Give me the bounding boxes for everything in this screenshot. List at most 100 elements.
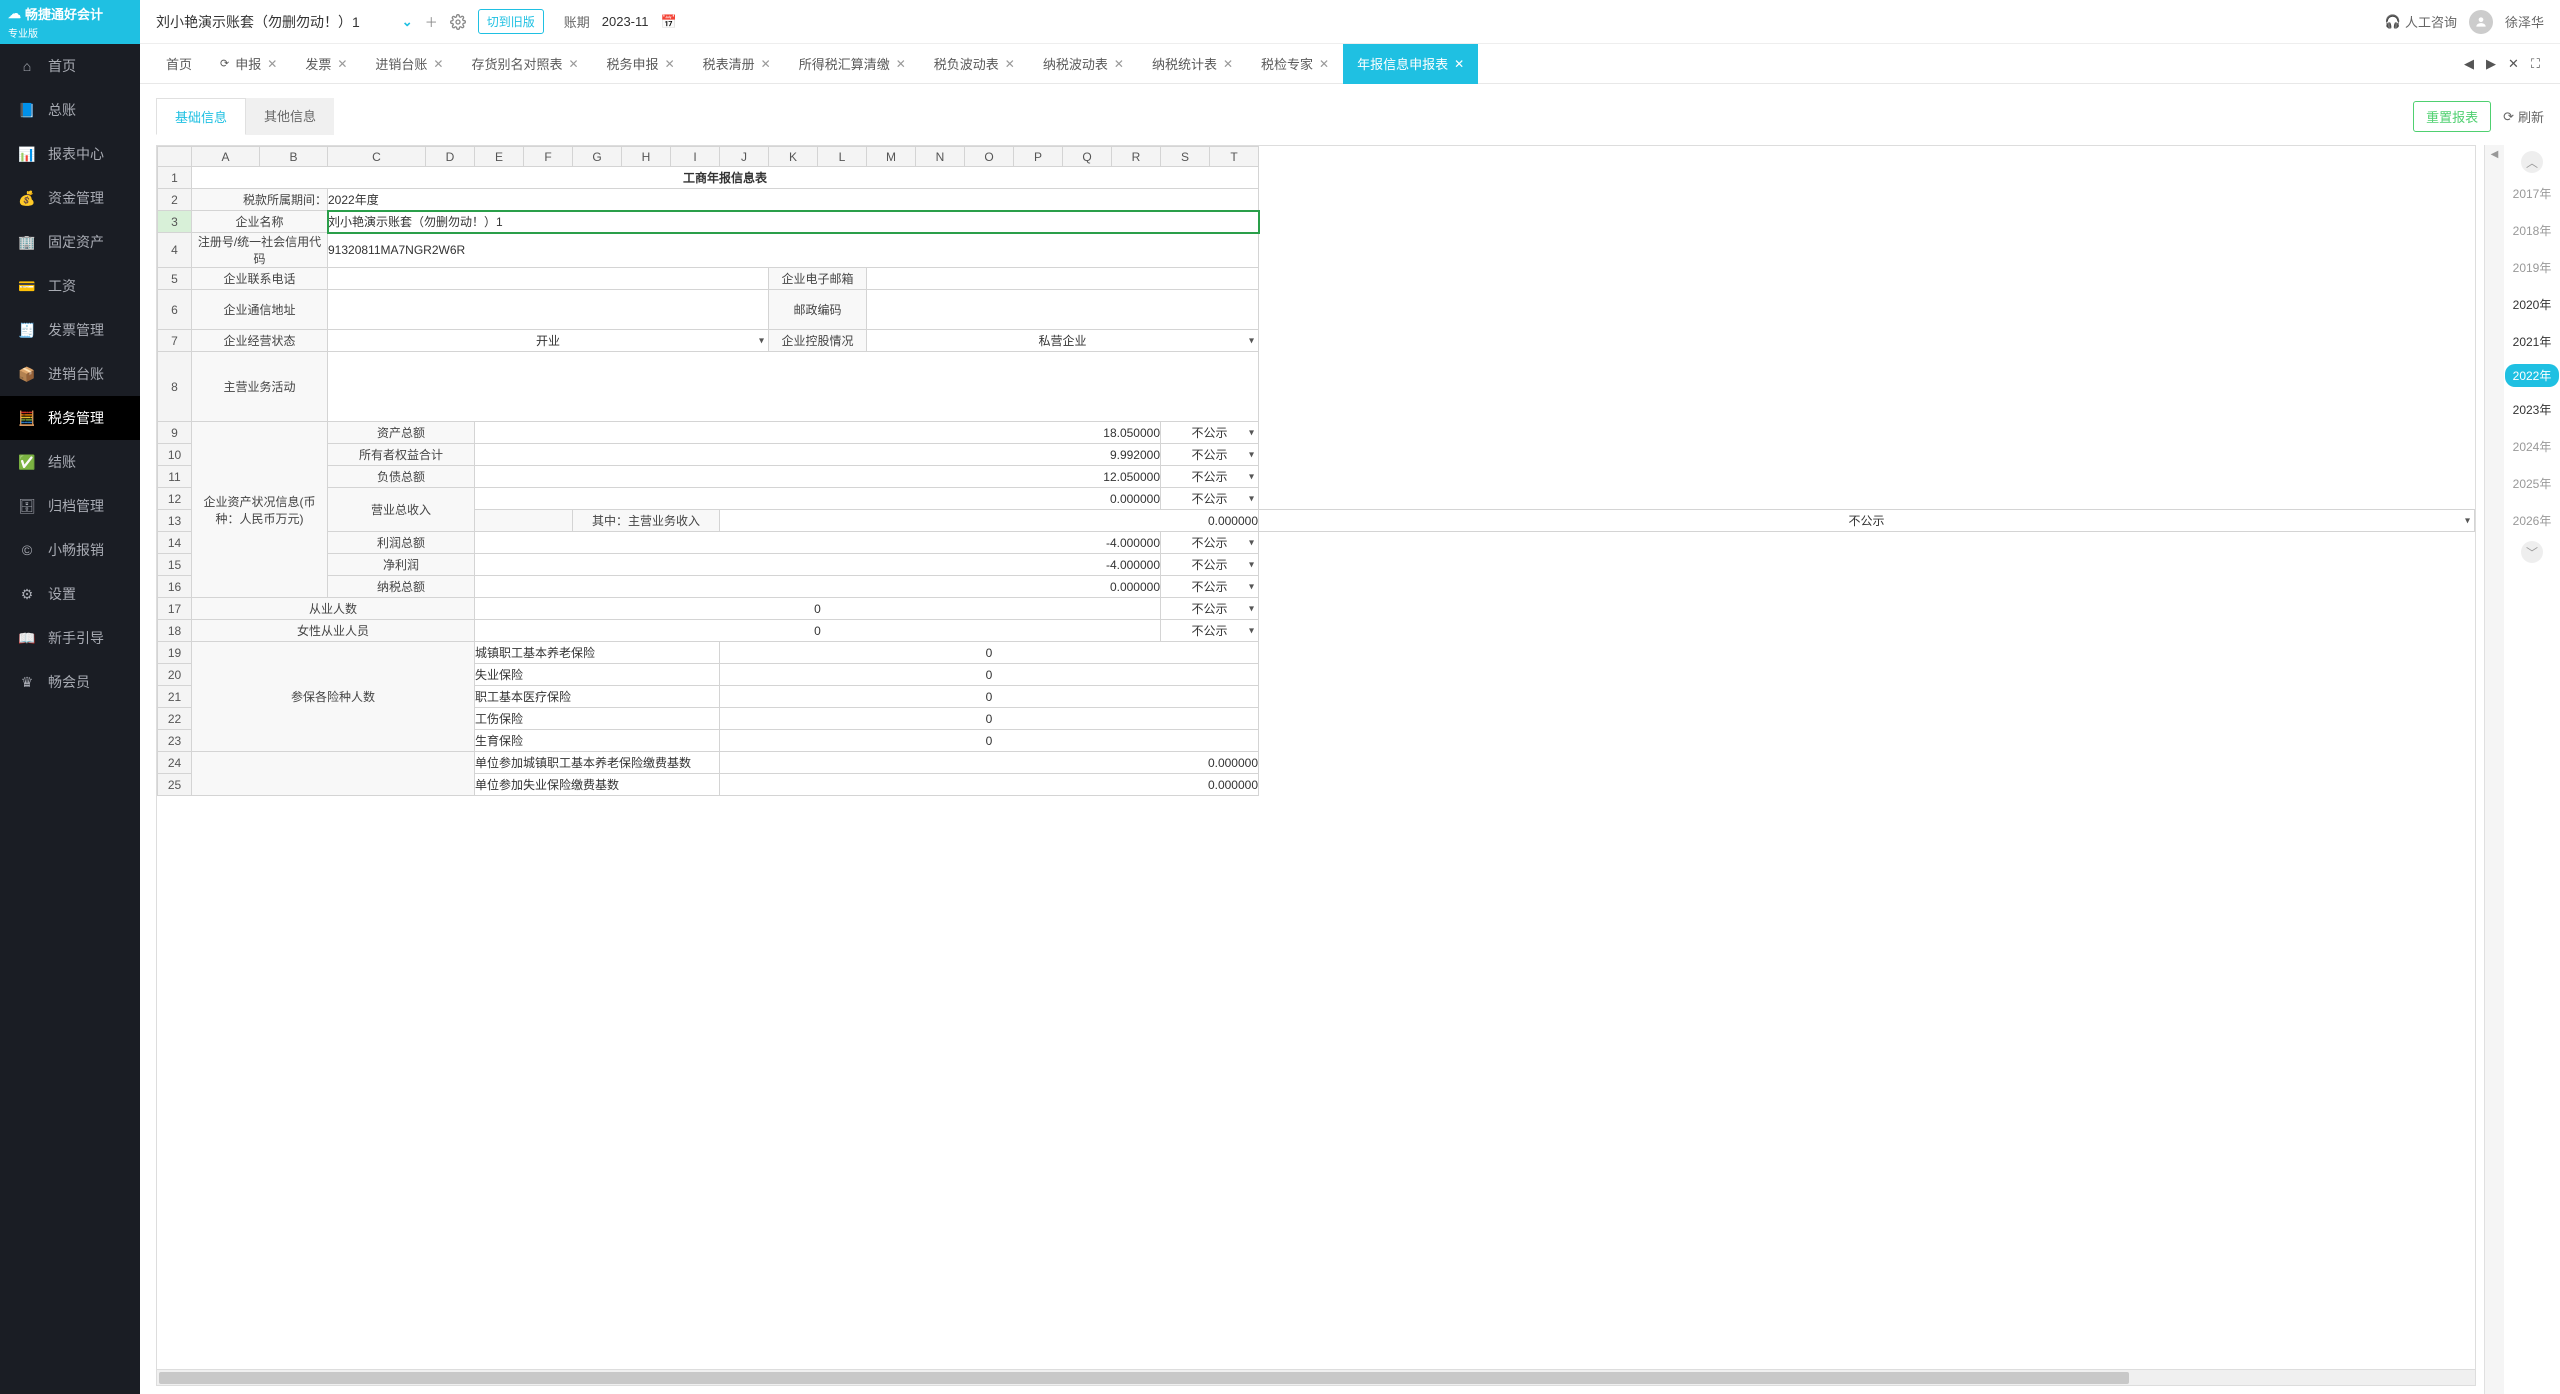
col-header[interactable]: L — [818, 147, 867, 167]
col-header[interactable]: N — [916, 147, 965, 167]
row-header[interactable]: 17 — [158, 598, 192, 620]
col-header[interactable]: A — [192, 147, 260, 167]
cell-value[interactable] — [867, 268, 1259, 290]
year-item[interactable]: 2020年 — [2513, 290, 2552, 319]
vertical-scrollbar[interactable]: ◀ — [2484, 145, 2504, 1394]
cell-value[interactable]: 0.000000 — [475, 488, 1161, 510]
close-icon[interactable]: ✕ — [665, 57, 675, 71]
year-item[interactable]: 2024年 — [2513, 432, 2552, 461]
col-header[interactable]: M — [867, 147, 916, 167]
year-item[interactable]: 2018年 — [2513, 216, 2552, 245]
row-header[interactable]: 21 — [158, 686, 192, 708]
year-item[interactable]: 2019年 — [2513, 253, 2552, 282]
chevron-left-icon[interactable]: ◀ — [2491, 149, 2499, 160]
close-icon[interactable]: ✕ — [568, 57, 578, 71]
cell-value[interactable]: 12.050000 — [475, 466, 1161, 488]
cell-value[interactable]: 0 — [720, 664, 1259, 686]
col-header[interactable]: J — [720, 147, 769, 167]
row-header[interactable]: 9 — [158, 422, 192, 444]
close-icon[interactable]: ✕ — [267, 57, 277, 71]
tab[interactable]: 进销台账✕ — [361, 44, 457, 84]
tab[interactable]: 发票✕ — [291, 44, 361, 84]
spreadsheet[interactable]: ABCDEFGHIJKLMNOPQRST1工商年报信息表2税款所属期间：2022… — [156, 145, 2476, 1370]
row-header[interactable]: 12 — [158, 488, 192, 510]
row-header[interactable]: 19 — [158, 642, 192, 664]
scroll-up-icon[interactable]: ︿ — [2521, 151, 2543, 173]
close-icon[interactable]: ✕ — [761, 57, 771, 71]
col-header[interactable]: F — [524, 147, 573, 167]
col-header[interactable]: T — [1210, 147, 1259, 167]
col-header[interactable]: I — [671, 147, 720, 167]
row-header[interactable]: 24 — [158, 752, 192, 774]
year-item[interactable]: 2025年 — [2513, 469, 2552, 498]
row-header[interactable]: 5 — [158, 268, 192, 290]
close-icon[interactable]: ✕ — [337, 57, 347, 71]
dropdown-cell[interactable]: 私营企业 — [867, 330, 1259, 352]
subtab[interactable]: 其他信息 — [246, 98, 334, 135]
col-header[interactable]: O — [965, 147, 1014, 167]
row-header[interactable]: 20 — [158, 664, 192, 686]
cell-value[interactable]: 9.992000 — [475, 444, 1161, 466]
col-header[interactable]: C — [328, 147, 426, 167]
switch-old-version-button[interactable]: 切到旧版 — [478, 9, 544, 34]
horizontal-scrollbar[interactable] — [156, 1370, 2476, 1386]
close-icon[interactable]: ✕ — [1223, 57, 1233, 71]
cell-value[interactable] — [328, 290, 769, 330]
scroll-down-icon[interactable]: ﹀ — [2521, 541, 2543, 563]
row-header[interactable]: 6 — [158, 290, 192, 330]
nav-item-stock[interactable]: 📦进销台账 — [0, 352, 140, 396]
nav-item-asset[interactable]: 🏢固定资产 — [0, 220, 140, 264]
col-header[interactable]: R — [1112, 147, 1161, 167]
nav-item-invoice[interactable]: 🧾发票管理 — [0, 308, 140, 352]
tab[interactable]: 所得税汇算清缴✕ — [785, 44, 920, 84]
row-header[interactable]: 14 — [158, 532, 192, 554]
cell-value[interactable]: -4.000000 — [475, 554, 1161, 576]
tab[interactable]: 存货别名对照表✕ — [457, 44, 592, 84]
dropdown-cell[interactable]: 不公示 — [1161, 422, 1259, 444]
close-icon[interactable]: ✕ — [896, 57, 906, 71]
tab[interactable]: 年报信息申报表✕ — [1343, 44, 1478, 84]
year-item[interactable]: 2022年 — [2505, 364, 2560, 387]
nav-item-home[interactable]: ⌂首页 — [0, 44, 140, 88]
nav-item-archive[interactable]: 🗄归档管理 — [0, 484, 140, 528]
year-item[interactable]: 2021年 — [2513, 327, 2552, 356]
col-header[interactable]: P — [1014, 147, 1063, 167]
row-header[interactable]: 4 — [158, 233, 192, 268]
col-header[interactable]: G — [573, 147, 622, 167]
row-header[interactable]: 11 — [158, 466, 192, 488]
subtab[interactable]: 基础信息 — [156, 98, 246, 135]
tab[interactable]: 税检专家✕ — [1247, 44, 1343, 84]
year-item[interactable]: 2017年 — [2513, 179, 2552, 208]
cell-value[interactable]: 0.000000 — [720, 774, 1259, 796]
tab[interactable]: 税负波动表✕ — [920, 44, 1029, 84]
row-header[interactable]: 22 — [158, 708, 192, 730]
tab-next-icon[interactable]: ▶ — [2486, 56, 2496, 72]
avatar[interactable] — [2469, 10, 2493, 34]
row-header[interactable]: 10 — [158, 444, 192, 466]
cell-value[interactable]: 18.050000 — [475, 422, 1161, 444]
year-item[interactable]: 2023年 — [2513, 395, 2552, 424]
cell-value[interactable]: 0.000000 — [720, 752, 1259, 774]
calendar-icon[interactable]: 📅 — [661, 14, 677, 30]
col-header[interactable]: S — [1161, 147, 1210, 167]
row-header[interactable]: 13 — [158, 510, 192, 532]
row-header[interactable]: 3 — [158, 211, 192, 233]
row-header[interactable]: 8 — [158, 352, 192, 422]
tab[interactable]: ⟳申报✕ — [206, 44, 291, 84]
year-item[interactable]: 2026年 — [2513, 506, 2552, 535]
plus-icon[interactable]: ＋ — [425, 12, 438, 31]
cell-value[interactable]: 0 — [475, 598, 1161, 620]
cell-value[interactable] — [328, 268, 769, 290]
company-selector[interactable]: 刘小艳演示账套（勿删勿动！）1 — [156, 12, 360, 32]
dropdown-cell[interactable]: 不公示 — [1161, 444, 1259, 466]
cell-value[interactable]: 0 — [720, 708, 1259, 730]
cell-value[interactable]: 91320811MA7NGR2W6R — [328, 233, 1259, 268]
nav-item-settings[interactable]: ⚙设置 — [0, 572, 140, 616]
nav-item-guide[interactable]: 📖新手引导 — [0, 616, 140, 660]
tab[interactable]: 税表清册✕ — [689, 44, 785, 84]
col-header[interactable]: K — [769, 147, 818, 167]
tab[interactable]: 税务申报✕ — [593, 44, 689, 84]
cell-value[interactable]: 0 — [720, 642, 1259, 664]
col-header[interactable]: Q — [1063, 147, 1112, 167]
col-header[interactable]: E — [475, 147, 524, 167]
